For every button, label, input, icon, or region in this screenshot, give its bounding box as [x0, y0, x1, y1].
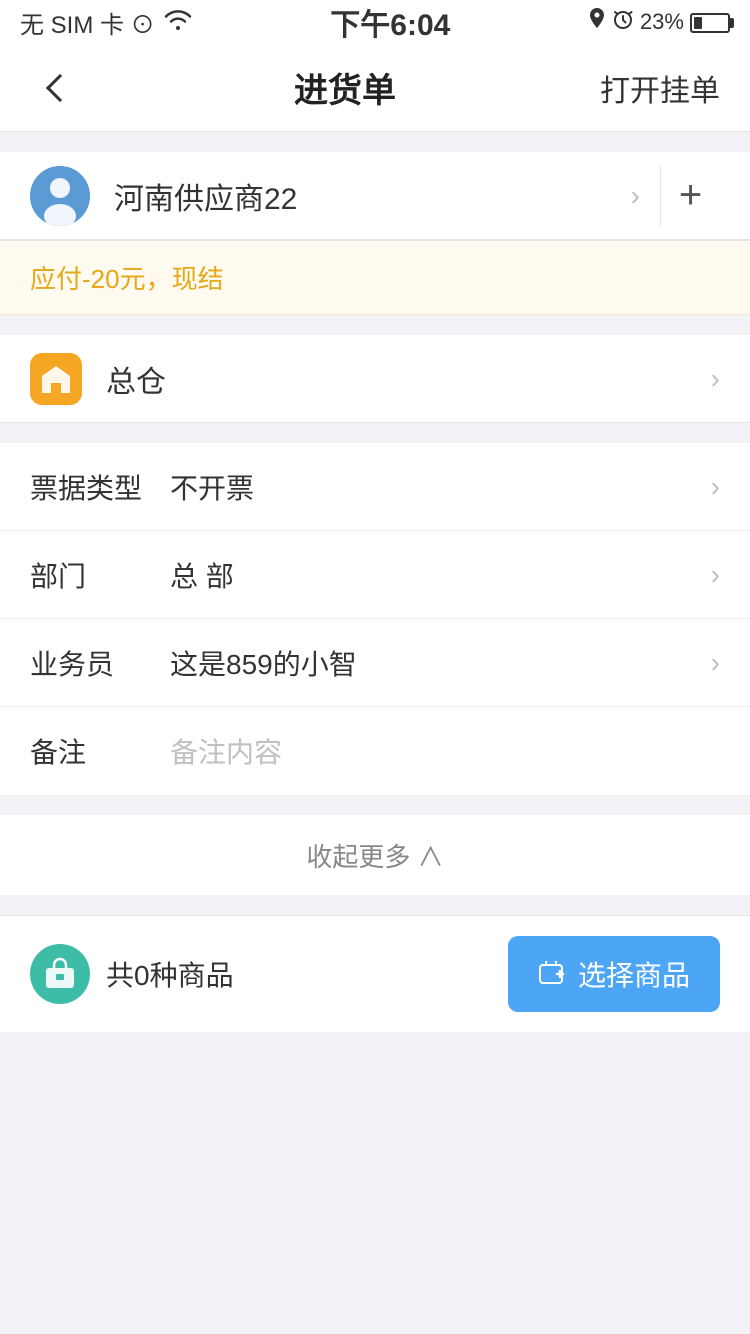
salesperson-row[interactable]: 业务员 这是859的小智 › — [0, 619, 750, 707]
salesperson-value: 这是859的小智 — [170, 643, 711, 683]
invoice-type-chevron-icon: › — [711, 471, 720, 503]
battery-icon — [690, 9, 730, 35]
warehouse-icon — [30, 353, 82, 405]
open-pending-button[interactable]: 打开挂单 — [600, 66, 720, 110]
salesperson-label: 业务员 — [30, 643, 170, 683]
wifi-icon — [163, 8, 193, 37]
page-title: 进货单 — [294, 63, 396, 112]
department-row[interactable]: 部门 总 部 › — [0, 531, 750, 619]
status-bar: 无 SIM 卡 ⊙ 下午6:04 23% — [0, 0, 750, 44]
supplier-row[interactable]: 河南供应商22 › + — [0, 152, 750, 240]
bottom-bar: 共0种商品 选择商品 — [0, 915, 750, 1032]
department-chevron-icon: › — [711, 559, 720, 591]
warehouse-chevron-icon: › — [711, 363, 720, 395]
salesperson-chevron-icon: › — [711, 647, 720, 679]
select-goods-button[interactable]: 选择商品 — [508, 936, 720, 1012]
nav-bar: 进货单 打开挂单 — [0, 44, 750, 132]
warehouse-row[interactable]: 总仓 › — [0, 335, 750, 423]
remark-input[interactable]: 备注内容 — [170, 731, 720, 771]
remark-row[interactable]: 备注 备注内容 — [0, 707, 750, 795]
form-section: 票据类型 不开票 › 部门 总 部 › 业务员 这是859的小智 › 备注 备注… — [0, 443, 750, 795]
alarm-icon — [612, 8, 634, 36]
goods-count-wrap: 共0种商品 — [30, 944, 234, 1004]
notice-banner: 应付-20元，现结 — [0, 241, 750, 315]
supplier-chevron-icon: › — [631, 180, 640, 212]
department-label: 部门 — [30, 555, 170, 595]
goods-icon — [30, 944, 90, 1004]
page-background — [0, 1032, 750, 1312]
select-goods-label: 选择商品 — [578, 954, 690, 994]
department-value: 总 部 — [170, 555, 711, 595]
collapse-button[interactable]: 收起更多 ∧ — [0, 815, 750, 895]
back-arrow-icon — [46, 73, 74, 101]
supplier-avatar — [30, 166, 90, 226]
goods-count-label: 共0种商品 — [106, 954, 234, 994]
battery-percentage: 23% — [640, 9, 684, 35]
back-button[interactable] — [30, 58, 90, 118]
status-bar-time: 下午6:04 — [330, 0, 450, 44]
supplier-name: 河南供应商22 — [114, 174, 631, 218]
supplier-section: 河南供应商22 › + — [0, 152, 750, 241]
status-bar-right: 23% — [588, 8, 730, 36]
add-supplier-button[interactable]: + — [660, 166, 720, 226]
sim-status: 无 SIM 卡 ⊙ — [20, 5, 155, 40]
invoice-type-row[interactable]: 票据类型 不开票 › — [0, 443, 750, 531]
warehouse-name: 总仓 — [106, 357, 711, 401]
invoice-type-value: 不开票 — [170, 467, 711, 507]
remark-label: 备注 — [30, 731, 170, 771]
section-gap-1 — [0, 132, 750, 152]
location-icon — [588, 8, 606, 36]
invoice-type-label: 票据类型 — [30, 467, 170, 507]
status-bar-left: 无 SIM 卡 ⊙ — [20, 5, 193, 40]
